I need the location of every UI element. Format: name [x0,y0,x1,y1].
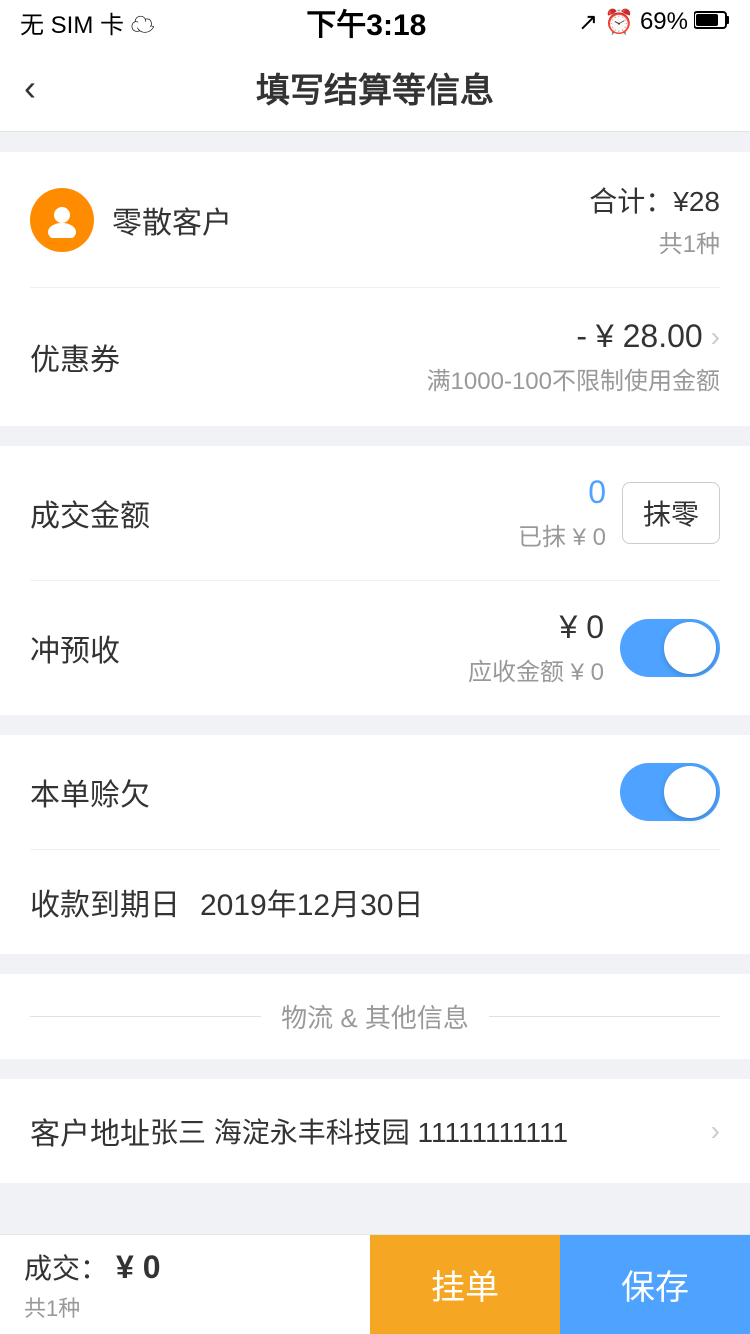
nav-bar: ‹ 填写结算等信息 [0,44,750,132]
bottom-amount: ¥ 0 [116,1249,160,1286]
customer-right: 合计：¥28 共1种 [589,180,720,259]
prepayment-row: 冲预收 ¥ 0 应收金额 ¥ 0 [30,581,720,715]
debt-section: 本单赊欠 收款到期日 2019年12月30日 [0,735,750,954]
section-gap-3 [0,715,750,735]
section-gap-4 [0,954,750,974]
address-chevron-icon: › [711,1115,720,1147]
location-icon: ↗ [578,8,598,37]
page-title: 填写结算等信息 [256,63,494,112]
logistics-label: 物流 & 其他信息 [281,998,469,1035]
address-label: 客户地址 [30,1109,150,1153]
section-gap-6 [0,1183,750,1203]
no-sim-label: 无 SIM 卡 ☁ [20,5,155,40]
bottom-count: 共1种 [24,1291,346,1323]
divider-line-right [489,1016,720,1017]
section-gap-1 [0,132,750,152]
customer-section: 零散客户 合计：¥28 共1种 优惠券 - ¥ 28.00 › 满1000-10… [0,152,750,426]
debt-label: 本单赊欠 [30,770,150,814]
total-amount: 合计：¥28 [589,180,720,220]
status-left: 无 SIM 卡 ☁ [20,5,155,40]
address-value: 张三 海淀永丰科技园 11111111111 [150,1111,703,1151]
logistics-section: 物流 & 其他信息 [0,974,750,1059]
round-zero-button[interactable]: 抹零 [622,482,720,544]
logistics-divider: 物流 & 其他信息 [30,974,720,1059]
bottom-bar: 成交： ¥ 0 共1种 挂单 保存 [0,1234,750,1334]
bottom-deal-label: 成交： [24,1247,108,1287]
total-count: 共1种 [589,224,720,259]
hang-button[interactable]: 挂单 [370,1235,560,1334]
prepayment-right: ¥ 0 应收金额 ¥ 0 [468,609,720,687]
prepayment-sub-label: 应收金额 ¥ 0 [468,652,604,687]
due-date-row[interactable]: 收款到期日 2019年12月30日 [30,850,720,954]
transaction-amount-value: 0 [588,474,606,510]
prepayment-value: ¥ 0 [468,609,604,646]
section-gap-5 [0,1059,750,1079]
transaction-section: 成交金额 0 已抹 ¥ 0 抹零 冲预收 ¥ 0 应收金额 ¥ 0 [0,446,750,715]
customer-row: 零散客户 合计：¥28 共1种 [30,152,720,287]
transaction-amount-row: 成交金额 0 已抹 ¥ 0 抹零 [30,446,720,581]
customer-name: 零散客户 [112,198,232,242]
status-time: 下午3:18 [306,0,426,44]
debt-toggle[interactable] [620,763,720,821]
address-section: 客户地址 张三 海淀永丰科技园 11111111111 › [0,1079,750,1183]
due-date-label: 收款到期日 [30,880,180,924]
address-row[interactable]: 客户地址 张三 海淀永丰科技园 11111111111 › [30,1079,720,1183]
back-button[interactable]: ‹ [24,67,36,109]
customer-left: 零散客户 [30,188,232,252]
transaction-amount-right: 0 已抹 ¥ 0 抹零 [518,474,720,552]
transaction-sub-label: 已抹 ¥ 0 [518,517,606,552]
bottom-info: 成交： ¥ 0 共1种 [0,1235,370,1334]
divider-line-left [30,1016,261,1017]
coupon-right: - ¥ 28.00 › 满1000-100不限制使用金额 [427,318,720,396]
battery-icon [694,8,730,36]
coupon-label: 优惠券 [30,335,120,379]
section-gap-2 [0,426,750,446]
transaction-amount-label: 成交金额 [30,491,150,535]
debt-row: 本单赊欠 [30,735,720,850]
status-right: ↗ ⏰ 69% [578,8,730,37]
save-button[interactable]: 保存 [560,1235,750,1334]
debt-toggle-knob [664,766,716,818]
toggle-knob [664,622,716,674]
chevron-right-icon: › [711,321,720,353]
prepayment-value-wrapper: ¥ 0 应收金额 ¥ 0 [468,609,604,687]
due-date-value: 2019年12月30日 [200,880,423,924]
alarm-icon: ⏰ [604,8,634,37]
coupon-row[interactable]: 优惠券 - ¥ 28.00 › 满1000-100不限制使用金额 [30,287,720,426]
prepayment-label: 冲预收 [30,626,120,670]
prepayment-toggle[interactable] [620,619,720,677]
status-bar: 无 SIM 卡 ☁ 下午3:18 ↗ ⏰ 69% [0,0,750,44]
avatar [30,188,94,252]
coupon-desc: 满1000-100不限制使用金额 [427,361,720,396]
battery-label: 69% [640,8,688,36]
coupon-discount: - ¥ 28.00 [576,318,702,355]
